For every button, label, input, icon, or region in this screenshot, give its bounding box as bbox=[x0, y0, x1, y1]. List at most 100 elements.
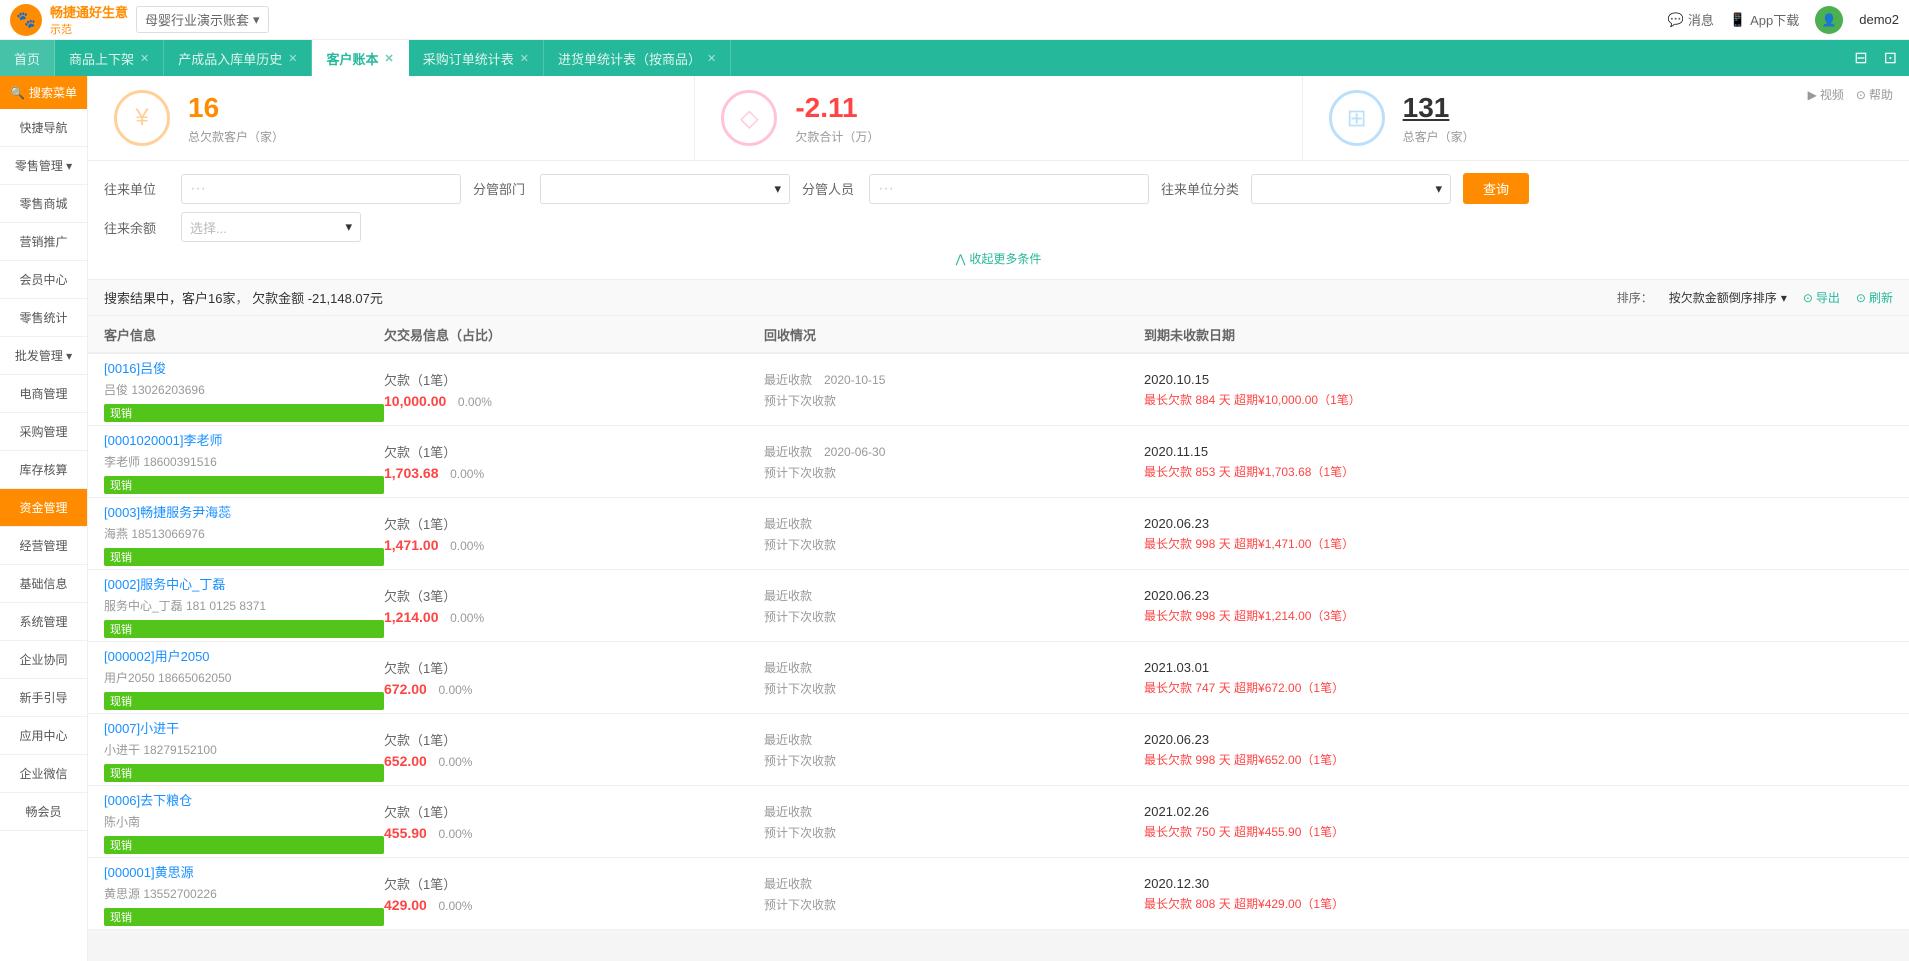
collapse-button[interactable]: ⋀ 收起更多条件 bbox=[104, 250, 1893, 267]
sidebar-item-retail-mgmt[interactable]: 零售管理 ▾ bbox=[0, 147, 87, 185]
expire-date-4: 2021.03.01 bbox=[1144, 660, 1893, 675]
tab-customer-account-close[interactable]: ✕ bbox=[385, 52, 394, 65]
overdue-amount-4[interactable]: 超期¥672.00（1笔） bbox=[1234, 681, 1344, 695]
tab-purchase-stat-close[interactable]: ✕ bbox=[707, 52, 716, 65]
sidebar-item-app-center[interactable]: 应用中心 bbox=[0, 717, 87, 755]
tab-home[interactable]: 首页 bbox=[0, 40, 55, 76]
sidebar-item-purchase[interactable]: 采购管理 bbox=[0, 413, 87, 451]
sidebar-item-guide[interactable]: 新手引导 bbox=[0, 679, 87, 717]
view-button[interactable]: ▶ 视频 bbox=[1808, 86, 1844, 103]
overdue-days-1: 最长欠款 853 天 bbox=[1144, 465, 1234, 479]
app-icon: 📱 bbox=[1730, 12, 1746, 28]
overdue-amount-7[interactable]: 超期¥429.00（1笔） bbox=[1234, 897, 1344, 911]
customer-name-3[interactable]: [0002]服务中心_丁磊 bbox=[104, 574, 384, 593]
debt-count-3: 欠款（3笔） bbox=[384, 586, 764, 605]
sort-select[interactable]: 按欠款金额倒序排序 ▾ bbox=[1669, 289, 1787, 306]
customer-name-7[interactable]: [000001]黄思源 bbox=[104, 862, 384, 881]
customer-phone-3: 服务中心_丁磊 181 0125 8371 bbox=[104, 597, 384, 614]
overdue-amount-0[interactable]: 超期¥10,000.00（1笔） bbox=[1234, 393, 1361, 407]
overdue-amount-5[interactable]: 超期¥652.00（1笔） bbox=[1234, 753, 1344, 767]
sidebar-item-finance[interactable]: 资金管理 bbox=[0, 489, 87, 527]
sidebar: 🔍 搜索菜单 快捷导航 零售管理 ▾ 零售商城 营销推广 会员中心 零售统计 bbox=[0, 76, 88, 961]
customer-name-5[interactable]: [0007]小进干 bbox=[104, 718, 384, 737]
person-input[interactable]: ··· bbox=[869, 174, 1149, 204]
stat-card-debt-customers: ¥ 16 总欠款客户（家） bbox=[88, 76, 695, 160]
overdue-amount-2[interactable]: 超期¥1,471.00（1笔） bbox=[1234, 537, 1354, 551]
sidebar-item-system[interactable]: 系统管理 bbox=[0, 603, 87, 641]
tab-customer-account[interactable]: 客户账本 ✕ bbox=[312, 40, 408, 76]
overdue-amount-1[interactable]: 超期¥1,703.68（1笔） bbox=[1234, 465, 1354, 479]
customer-name-6[interactable]: [0006]去下粮仓 bbox=[104, 790, 384, 809]
overdue-row-3: 最长欠款 998 天 超期¥1,214.00（3笔） bbox=[1144, 607, 1893, 624]
export-button[interactable]: ⊙ 导出 bbox=[1803, 289, 1840, 306]
stat-top-right-buttons: ▶ 视频 ⊙ 帮助 bbox=[1808, 86, 1893, 103]
customer-phone-6: 陈小南 bbox=[104, 813, 384, 830]
sidebar-app-center-label: 应用中心 bbox=[19, 727, 67, 744]
dept-select[interactable]: ▾ bbox=[540, 174, 790, 204]
refresh-button[interactable]: ⊙ 刷新 bbox=[1856, 289, 1893, 306]
sort-label: 排序： bbox=[1617, 289, 1653, 306]
customer-tag-2: 现销 bbox=[104, 548, 384, 566]
tab-purchase-order-close[interactable]: ✕ bbox=[520, 52, 529, 65]
collapse-label: 收起更多条件 bbox=[969, 250, 1041, 267]
balance-dropdown-icon: ▾ bbox=[345, 219, 352, 235]
sidebar-nav: 快捷导航 零售管理 ▾ 零售商城 营销推广 会员中心 零售统计 批发管理 ▾ 电… bbox=[0, 109, 87, 831]
tab-expand-button[interactable]: ⊡ bbox=[1880, 44, 1901, 72]
tab-purchase-stat[interactable]: 进货单统计表（按商品） ✕ bbox=[544, 40, 731, 76]
debt-amount-row-3: 1,214.00 0.00% bbox=[384, 609, 764, 625]
from-unit-input[interactable]: ··· bbox=[181, 174, 461, 204]
table-row: [0001020001]李老师 李老师 18600391516 现销 欠款（1笔… bbox=[88, 426, 1909, 498]
top-header: 🐾 畅捷通好生意 示范 母婴行业演示账套 ▾ 💬 消息 📱 App下载 👤 de… bbox=[0, 0, 1909, 40]
sidebar-item-retail-mall[interactable]: 零售商城 bbox=[0, 185, 87, 223]
sidebar-search[interactable]: 🔍 搜索菜单 bbox=[0, 76, 87, 109]
stat-debt-customers-icon: ¥ bbox=[112, 88, 172, 148]
tab-product-status[interactable]: 商品上下架 ✕ bbox=[55, 40, 164, 76]
sidebar-item-member[interactable]: 会员中心 bbox=[0, 261, 87, 299]
overdue-amount-6[interactable]: 超期¥455.90（1笔） bbox=[1234, 825, 1344, 839]
tab-purchase-order[interactable]: 采购订单统计表 ✕ bbox=[409, 40, 544, 76]
app-download-button[interactable]: 📱 App下载 bbox=[1730, 10, 1799, 29]
sidebar-item-enterprise[interactable]: 企业协同 bbox=[0, 641, 87, 679]
sidebar-item-ecommerce[interactable]: 电商管理 bbox=[0, 375, 87, 413]
customer-name-4[interactable]: [000002]用户2050 bbox=[104, 646, 384, 665]
tab-product-history[interactable]: 产成品入库单历史 ✕ bbox=[164, 40, 312, 76]
collect-info-1: 最近收款 2020-06-30 预计下次收款 bbox=[764, 443, 1144, 481]
customer-name-0[interactable]: [0016]吕俊 bbox=[104, 358, 384, 377]
debt-amount-3: 1,214.00 bbox=[384, 609, 439, 625]
sidebar-system-label: 系统管理 bbox=[19, 613, 67, 630]
collect-next-4: 预计下次收款 bbox=[764, 680, 1144, 697]
customer-name-2[interactable]: [0003]畅捷服务尹海蕊 bbox=[104, 502, 384, 521]
sidebar-item-retail-stat[interactable]: 零售统计 bbox=[0, 299, 87, 337]
sidebar-item-inventory[interactable]: 库存核算 bbox=[0, 451, 87, 489]
debt-amount-6: 455.90 bbox=[384, 825, 427, 841]
overdue-amount-3[interactable]: 超期¥1,214.00（3笔） bbox=[1234, 609, 1354, 623]
header-right: 💬 消息 📱 App下载 👤 demo2 bbox=[1668, 6, 1899, 34]
sidebar-ecommerce-label: 电商管理 bbox=[19, 385, 67, 402]
tab-product-status-close[interactable]: ✕ bbox=[140, 52, 149, 65]
stat-card-total-customers: ⊞ 131 总客户（家） ▶ 视频 ⊙ 帮助 bbox=[1303, 76, 1909, 160]
message-label: 消息 bbox=[1688, 10, 1714, 29]
collect-info-6: 最近收款 预计下次收款 bbox=[764, 803, 1144, 841]
sidebar-item-vip[interactable]: 畅会员 bbox=[0, 793, 87, 831]
user-avatar[interactable]: 👤 bbox=[1815, 6, 1843, 34]
sidebar-retail-mgmt-label: 零售管理 ▾ bbox=[15, 157, 72, 174]
tab-minimize-button[interactable]: ⊟ bbox=[1850, 44, 1871, 72]
debt-info-7: 欠款（1笔） 429.00 0.00% bbox=[384, 874, 764, 913]
message-button[interactable]: 💬 消息 bbox=[1668, 10, 1714, 29]
debt-amount-2: 1,471.00 bbox=[384, 537, 439, 553]
unit-category-select[interactable]: ▾ bbox=[1251, 174, 1451, 204]
help-button[interactable]: ⊙ 帮助 bbox=[1856, 86, 1893, 103]
balance-select[interactable]: 选择... ▾ bbox=[181, 212, 361, 242]
tab-product-history-close[interactable]: ✕ bbox=[288, 52, 297, 65]
sidebar-item-marketing[interactable]: 营销推广 bbox=[0, 223, 87, 261]
content-area: ¥ 16 总欠款客户（家） ◇ -2.11 欠款合计（万） ⊞ bbox=[88, 76, 1909, 961]
sidebar-item-quick-nav[interactable]: 快捷导航 bbox=[0, 109, 87, 147]
sidebar-item-basic-info[interactable]: 基础信息 bbox=[0, 565, 87, 603]
company-selector[interactable]: 母婴行业演示账套 ▾ bbox=[136, 6, 269, 33]
sidebar-item-wechat[interactable]: 企业微信 bbox=[0, 755, 87, 793]
logo-text: 畅捷通好生意 bbox=[50, 2, 128, 21]
customer-name-1[interactable]: [0001020001]李老师 bbox=[104, 430, 384, 449]
search-button[interactable]: 查询 bbox=[1463, 173, 1529, 204]
sidebar-item-batch-mgmt[interactable]: 批发管理 ▾ bbox=[0, 337, 87, 375]
sidebar-item-operation[interactable]: 经营管理 bbox=[0, 527, 87, 565]
